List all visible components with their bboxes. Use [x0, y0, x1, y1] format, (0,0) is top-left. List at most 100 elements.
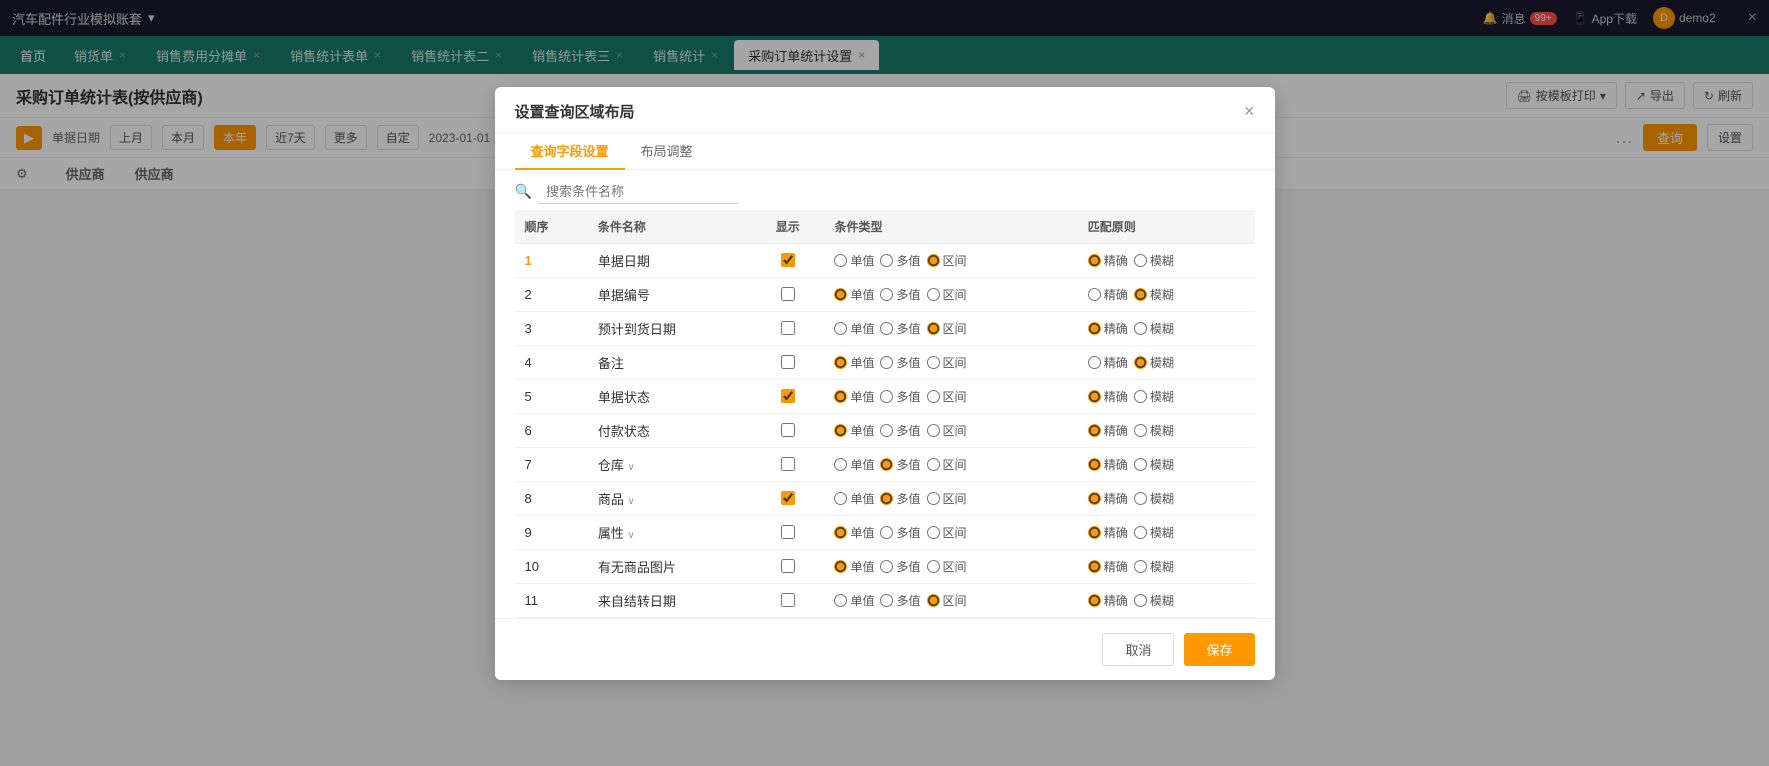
- type-option-单值[interactable]: 单值: [834, 320, 874, 337]
- match-option-模糊[interactable]: 模糊: [1134, 252, 1174, 269]
- display-checkbox[interactable]: [781, 593, 795, 607]
- match-option-精确[interactable]: 精确: [1088, 252, 1128, 269]
- type-option-区间[interactable]: 区间: [927, 422, 967, 439]
- match-option-精确[interactable]: 精确: [1088, 354, 1128, 371]
- condition-name-label: 仓库: [598, 458, 624, 473]
- type-option-多值[interactable]: 多值: [880, 354, 920, 371]
- condition-dropdown-icon[interactable]: ∨: [627, 530, 634, 541]
- row-condition-name: 单据日期: [588, 243, 751, 277]
- type-option-区间[interactable]: 区间: [927, 592, 967, 609]
- row-order: 7: [515, 447, 588, 481]
- save-btn[interactable]: 保存: [1184, 633, 1254, 666]
- match-option-精确[interactable]: 精确: [1088, 286, 1128, 303]
- type-option-多值[interactable]: 多值: [880, 456, 920, 473]
- row-type-cell: 单值多值区间: [824, 549, 1077, 583]
- settings-modal: 设置查询区域布局 × 查询字段设置 布局调整 🔍 顺序 条件名: [495, 87, 1275, 680]
- match-option-模糊[interactable]: 模糊: [1134, 524, 1174, 541]
- search-input[interactable]: [538, 180, 738, 204]
- match-option-模糊[interactable]: 模糊: [1134, 388, 1174, 405]
- type-option-单值[interactable]: 单值: [834, 490, 874, 507]
- table-row: 3预计到货日期单值多值区间精确模糊: [515, 311, 1255, 345]
- type-option-单值[interactable]: 单值: [834, 592, 874, 609]
- display-checkbox[interactable]: [781, 287, 795, 301]
- match-option-精确[interactable]: 精确: [1088, 388, 1128, 405]
- type-option-区间[interactable]: 区间: [927, 558, 967, 575]
- type-option-区间[interactable]: 区间: [927, 286, 967, 303]
- row-type-cell: 单值多值区间: [824, 277, 1077, 311]
- cancel-btn[interactable]: 取消: [1102, 633, 1174, 666]
- type-option-单值[interactable]: 单值: [834, 252, 874, 269]
- display-checkbox[interactable]: [781, 525, 795, 539]
- display-checkbox[interactable]: [781, 389, 795, 403]
- row-condition-name: 仓库 ∨: [588, 447, 751, 481]
- match-option-模糊[interactable]: 模糊: [1134, 422, 1174, 439]
- table-row: 9属性 ∨单值多值区间精确模糊: [515, 515, 1255, 549]
- type-option-单值[interactable]: 单值: [834, 422, 874, 439]
- type-option-多值[interactable]: 多值: [880, 252, 920, 269]
- match-option-模糊[interactable]: 模糊: [1134, 354, 1174, 371]
- match-option-精确[interactable]: 精确: [1088, 456, 1128, 473]
- row-display-cell: [751, 243, 824, 277]
- type-option-单值[interactable]: 单值: [834, 456, 874, 473]
- match-option-精确[interactable]: 精确: [1088, 490, 1128, 507]
- type-option-多值[interactable]: 多值: [880, 320, 920, 337]
- display-checkbox[interactable]: [781, 491, 795, 505]
- match-option-模糊[interactable]: 模糊: [1134, 320, 1174, 337]
- type-option-区间[interactable]: 区间: [927, 320, 967, 337]
- table-row: 2单据编号单值多值区间精确模糊: [515, 277, 1255, 311]
- row-condition-name: 有无商品图片: [588, 549, 751, 583]
- type-option-区间[interactable]: 区间: [927, 252, 967, 269]
- match-option-模糊[interactable]: 模糊: [1134, 558, 1174, 575]
- modal-close-btn[interactable]: ×: [1244, 102, 1255, 120]
- row-type-cell: 单值多值区间: [824, 345, 1077, 379]
- condition-dropdown-icon[interactable]: ∨: [627, 496, 634, 507]
- row-match-cell: 精确模糊: [1078, 447, 1255, 481]
- match-option-精确[interactable]: 精确: [1088, 524, 1128, 541]
- type-option-区间[interactable]: 区间: [927, 490, 967, 507]
- row-display-cell: [751, 413, 824, 447]
- match-option-模糊[interactable]: 模糊: [1134, 456, 1174, 473]
- type-option-多值[interactable]: 多值: [880, 388, 920, 405]
- display-checkbox[interactable]: [781, 423, 795, 437]
- type-option-多值[interactable]: 多值: [880, 286, 920, 303]
- table-row: 6付款状态单值多值区间精确模糊: [515, 413, 1255, 447]
- type-option-单值[interactable]: 单值: [834, 558, 874, 575]
- table-row: 10有无商品图片单值多值区间精确模糊: [515, 549, 1255, 583]
- display-checkbox[interactable]: [781, 355, 795, 369]
- display-checkbox[interactable]: [781, 457, 795, 471]
- type-option-多值[interactable]: 多值: [880, 524, 920, 541]
- display-checkbox[interactable]: [781, 321, 795, 335]
- type-option-单值[interactable]: 单值: [834, 388, 874, 405]
- conditions-table: 顺序 条件名称 显示 条件类型 匹配原则 1单据日期单值多值区间精确模糊2单据编…: [515, 210, 1255, 618]
- match-option-模糊[interactable]: 模糊: [1134, 592, 1174, 609]
- type-option-单值[interactable]: 单值: [834, 354, 874, 371]
- type-option-区间[interactable]: 区间: [927, 354, 967, 371]
- match-option-精确[interactable]: 精确: [1088, 558, 1128, 575]
- display-checkbox[interactable]: [781, 253, 795, 267]
- type-option-多值[interactable]: 多值: [880, 592, 920, 609]
- match-option-模糊[interactable]: 模糊: [1134, 490, 1174, 507]
- match-option-模糊[interactable]: 模糊: [1134, 286, 1174, 303]
- row-order: 5: [515, 379, 588, 413]
- type-option-区间[interactable]: 区间: [927, 388, 967, 405]
- type-option-多值[interactable]: 多值: [880, 490, 920, 507]
- type-option-多值[interactable]: 多值: [880, 558, 920, 575]
- type-option-区间[interactable]: 区间: [927, 524, 967, 541]
- type-option-单值[interactable]: 单值: [834, 524, 874, 541]
- match-option-精确[interactable]: 精确: [1088, 320, 1128, 337]
- page-content: 采购订单统计表(按供应商) 🖨 按模板打印 ▾ ↗ 导出 ↻ 刷新 ▶ 单据日期…: [0, 74, 1769, 766]
- modal-tab-layout[interactable]: 布局调整: [625, 133, 709, 170]
- display-checkbox[interactable]: [781, 559, 795, 573]
- modal-tab-query-fields[interactable]: 查询字段设置: [515, 133, 625, 170]
- row-condition-name: 来自结转日期: [588, 583, 751, 617]
- type-option-区间[interactable]: 区间: [927, 456, 967, 473]
- row-order: 10: [515, 549, 588, 583]
- condition-dropdown-icon[interactable]: ∨: [627, 462, 634, 473]
- type-option-单值[interactable]: 单值: [834, 286, 874, 303]
- match-option-精确[interactable]: 精确: [1088, 592, 1128, 609]
- match-option-精确[interactable]: 精确: [1088, 422, 1128, 439]
- row-match-cell: 精确模糊: [1078, 345, 1255, 379]
- type-option-多值[interactable]: 多值: [880, 422, 920, 439]
- modal-header: 设置查询区域布局 ×: [495, 87, 1275, 133]
- row-type-cell: 单值多值区间: [824, 481, 1077, 515]
